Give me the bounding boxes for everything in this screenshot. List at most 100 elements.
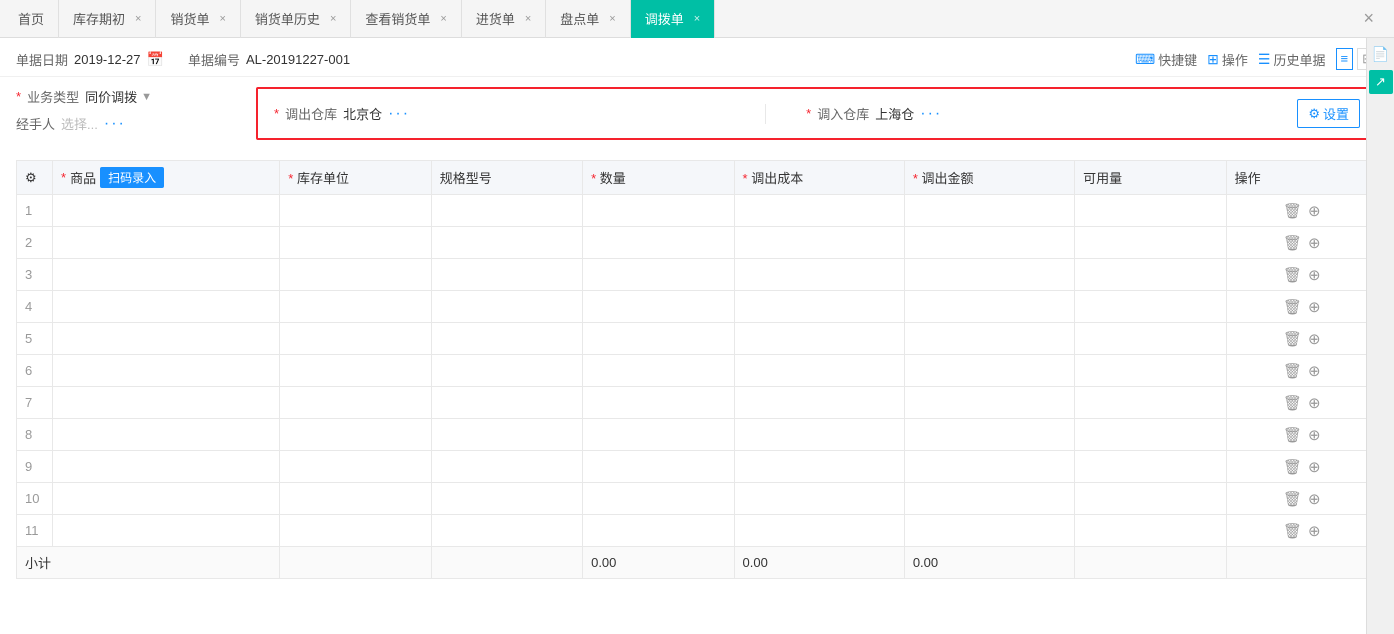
spec-cell[interactable] [431, 419, 582, 451]
delete-icon[interactable]: 🗑 [1283, 490, 1302, 508]
tab-view-sales-close[interactable]: × [440, 13, 446, 25]
spec-cell[interactable] [431, 195, 582, 227]
business-type-select[interactable]: 同价调拨 ▼ [85, 87, 152, 106]
target-warehouse-more-icon[interactable]: ··· [920, 105, 942, 123]
avail-cell[interactable] [1075, 195, 1226, 227]
delete-icon[interactable]: 🗑 [1283, 426, 1302, 444]
tab-inventory-check-close[interactable]: × [609, 13, 615, 25]
amount-cell[interactable] [904, 355, 1074, 387]
delete-icon[interactable]: 🗑 [1283, 330, 1302, 348]
copy-icon[interactable]: ⊕ [1308, 362, 1321, 380]
tab-transfer-order-close[interactable]: × [694, 13, 700, 25]
shortcut-button[interactable]: ⌨ 快捷键 [1135, 50, 1197, 69]
qty-cell[interactable] [583, 483, 734, 515]
avail-cell[interactable] [1075, 515, 1226, 547]
product-cell[interactable] [53, 387, 280, 419]
qty-cell[interactable] [583, 259, 734, 291]
tab-inventory-check[interactable]: 盘点单 × [546, 0, 630, 38]
tab-sales-order[interactable]: 销货单 × [156, 0, 240, 38]
product-cell[interactable] [53, 451, 280, 483]
calendar-icon[interactable]: 📅 [147, 51, 164, 68]
copy-icon[interactable]: ⊕ [1308, 426, 1321, 444]
amount-cell[interactable] [904, 259, 1074, 291]
copy-icon[interactable]: ⊕ [1308, 394, 1321, 412]
product-cell[interactable] [53, 227, 280, 259]
qty-cell[interactable] [583, 323, 734, 355]
spec-cell[interactable] [431, 515, 582, 547]
settings-button[interactable]: ⚙ 设置 [1297, 99, 1360, 128]
scan-button[interactable]: 扫码录入 [100, 167, 164, 188]
product-cell[interactable] [53, 259, 280, 291]
unit-cell[interactable] [280, 387, 431, 419]
avail-cell[interactable] [1075, 419, 1226, 451]
avail-cell[interactable] [1075, 323, 1226, 355]
spec-cell[interactable] [431, 323, 582, 355]
spec-cell[interactable] [431, 291, 582, 323]
sidebar-share-icon[interactable]: ↗ [1369, 70, 1393, 94]
amount-cell[interactable] [904, 195, 1074, 227]
delete-icon[interactable]: 🗑 [1283, 266, 1302, 284]
tab-transfer-order[interactable]: 调拨单 × [631, 0, 715, 38]
copy-icon[interactable]: ⊕ [1308, 522, 1321, 540]
qty-cell[interactable] [583, 387, 734, 419]
delete-icon[interactable]: 🗑 [1283, 234, 1302, 252]
cost-cell[interactable] [734, 227, 904, 259]
amount-cell[interactable] [904, 515, 1074, 547]
source-warehouse-more-icon[interactable]: ··· [388, 105, 410, 123]
delete-icon[interactable]: 🗑 [1283, 298, 1302, 316]
delete-icon[interactable]: 🗑 [1283, 458, 1302, 476]
avail-cell[interactable] [1075, 291, 1226, 323]
avail-cell[interactable] [1075, 451, 1226, 483]
delete-icon[interactable]: 🗑 [1283, 202, 1302, 220]
cost-cell[interactable] [734, 451, 904, 483]
cost-cell[interactable] [734, 355, 904, 387]
copy-icon[interactable]: ⊕ [1308, 202, 1321, 220]
handler-more-icon[interactable]: ··· [104, 115, 126, 133]
spec-cell[interactable] [431, 483, 582, 515]
unit-cell[interactable] [280, 355, 431, 387]
delete-icon[interactable]: 🗑 [1283, 394, 1302, 412]
tab-inventory-init[interactable]: 库存期初 × [59, 0, 156, 38]
cost-cell[interactable] [734, 483, 904, 515]
qty-cell[interactable] [583, 355, 734, 387]
sidebar-doc-icon[interactable]: 📄 [1369, 42, 1393, 66]
product-cell[interactable] [53, 419, 280, 451]
cost-cell[interactable] [734, 259, 904, 291]
copy-icon[interactable]: ⊕ [1308, 330, 1321, 348]
product-cell[interactable] [53, 483, 280, 515]
qty-cell[interactable] [583, 451, 734, 483]
qty-cell[interactable] [583, 291, 734, 323]
unit-cell[interactable] [280, 291, 431, 323]
window-close-button[interactable]: × [1355, 8, 1382, 29]
table-scroll-area[interactable]: ⚙ * 商品 扫码录入 * 库存单位 规格型号 [16, 150, 1378, 579]
cost-cell[interactable] [734, 387, 904, 419]
amount-cell[interactable] [904, 451, 1074, 483]
tab-sales-order-close[interactable]: × [219, 13, 225, 25]
product-cell[interactable] [53, 291, 280, 323]
avail-cell[interactable] [1075, 355, 1226, 387]
tab-purchase-order-close[interactable]: × [525, 13, 531, 25]
tab-view-sales[interactable]: 查看销货单 × [351, 0, 461, 38]
col-gear-header[interactable]: ⚙ [17, 161, 53, 195]
unit-cell[interactable] [280, 515, 431, 547]
amount-cell[interactable] [904, 387, 1074, 419]
spec-cell[interactable] [431, 227, 582, 259]
copy-icon[interactable]: ⊕ [1308, 458, 1321, 476]
spec-cell[interactable] [431, 355, 582, 387]
unit-cell[interactable] [280, 323, 431, 355]
operations-button[interactable]: ⊞ 操作 [1207, 50, 1248, 69]
spec-cell[interactable] [431, 259, 582, 291]
copy-icon[interactable]: ⊕ [1308, 298, 1321, 316]
avail-cell[interactable] [1075, 227, 1226, 259]
cost-cell[interactable] [734, 323, 904, 355]
spec-cell[interactable] [431, 387, 582, 419]
handler-select[interactable]: 选择... [61, 114, 98, 133]
spec-cell[interactable] [431, 451, 582, 483]
qty-cell[interactable] [583, 227, 734, 259]
unit-cell[interactable] [280, 259, 431, 291]
view-list-icon[interactable]: ≡ [1336, 48, 1354, 70]
amount-cell[interactable] [904, 419, 1074, 451]
copy-icon[interactable]: ⊕ [1308, 490, 1321, 508]
product-cell[interactable] [53, 323, 280, 355]
avail-cell[interactable] [1075, 259, 1226, 291]
